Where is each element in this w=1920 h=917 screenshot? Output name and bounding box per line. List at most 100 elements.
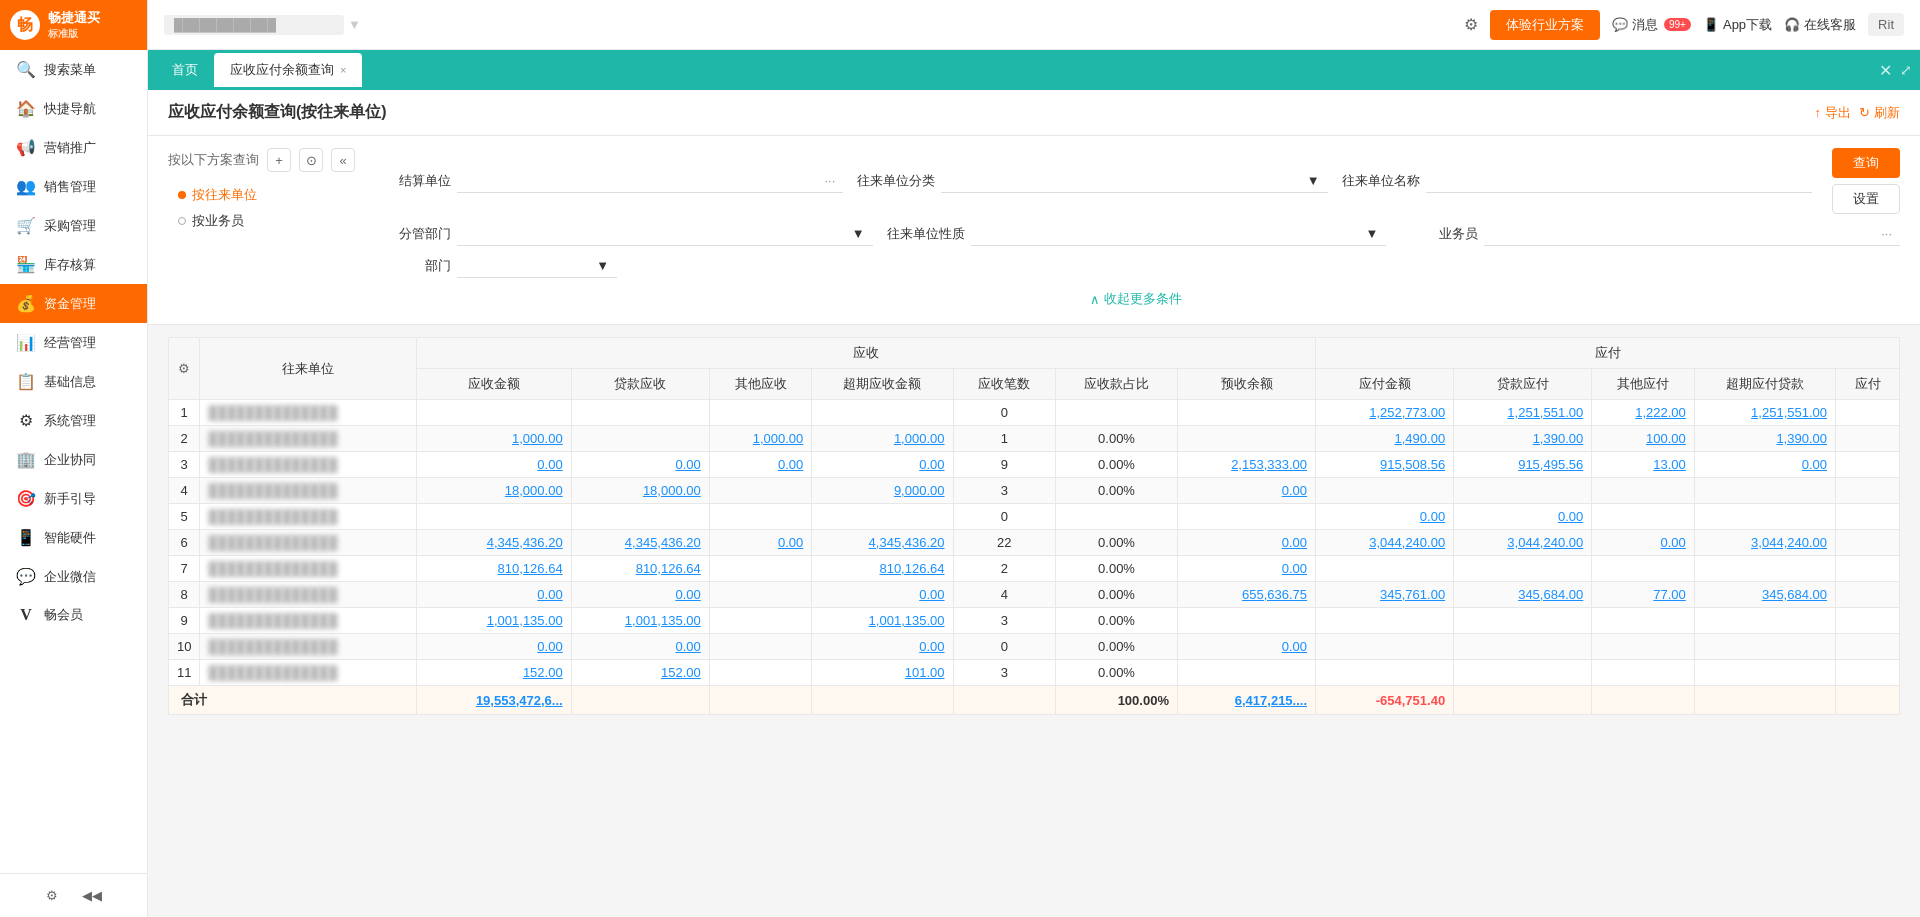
sidebar-settings-button[interactable]: ⚙ — [36, 882, 68, 909]
topbar: ████████████ ▼ ⚙ 体验行业方案 💬 消息 99+ 📱 App下载… — [148, 0, 1920, 50]
filter-area: 按以下方案查询 + ⊙ « 按往来单位 按业务员 — [148, 136, 1920, 325]
filter-header: 按以下方案查询 + ⊙ « — [168, 148, 355, 172]
table-row: 8██████████████0.000.000.0040.00%655,636… — [169, 582, 1900, 608]
th-partner: 往来单位 — [200, 338, 417, 400]
sidebar-item-search[interactable]: 🔍 搜索菜单 — [0, 50, 147, 89]
query-button[interactable]: 查询 — [1832, 148, 1900, 178]
export-icon: ↑ — [1815, 105, 1822, 120]
partner-category-select[interactable]: ▼ — [941, 169, 1327, 193]
tab-close-icon[interactable]: × — [340, 64, 346, 76]
sidebar-menu: 🔍 搜索菜单 🏠 快捷导航 📢 营销推广 👥 销售管理 🛒 采购管理 🏪 库存核… — [0, 50, 147, 873]
table-row: 6██████████████4,345,436.204,345,436.200… — [169, 530, 1900, 556]
partner-nature-select[interactable]: ▼ — [971, 222, 1387, 246]
sidebar-item-member[interactable]: V 畅会员 — [0, 596, 147, 634]
refresh-icon: ↻ — [1859, 105, 1870, 120]
total-recv-amount: 19,553,472,6... — [417, 686, 571, 715]
sidebar-item-sales[interactable]: 👥 销售管理 — [0, 167, 147, 206]
table-row: 1██████████████01,252,773.001,251,551.00… — [169, 400, 1900, 426]
sidebar-item-wechat[interactable]: 💬 企业微信 — [0, 557, 147, 596]
total-label: 合计 — [169, 686, 417, 715]
industry-btn[interactable]: 体验行业方案 — [1490, 10, 1600, 40]
table-row: 2██████████████1,000.001,000.001,000.001… — [169, 426, 1900, 452]
sidebar-footer: ⚙ ◀◀ — [0, 873, 147, 917]
headset-icon: 🎧 — [1784, 17, 1800, 32]
filter-dept: 部门 ▼ — [371, 254, 651, 278]
filter-partner-nature: 往来单位性质 ▼ — [885, 222, 1387, 246]
dept-select[interactable]: ▼ — [457, 254, 617, 278]
sysadmin-icon: ⚙ — [16, 411, 36, 430]
search-icon: 🔍 — [16, 60, 36, 79]
filter-actions: 查询 设置 — [1824, 148, 1900, 214]
scheme-by-salesperson[interactable]: 按业务员 — [168, 208, 355, 234]
content-area: 应收应付余额查询(按往来单位) ↑ 导出 ↻ 刷新 按以 — [148, 90, 1920, 917]
data-table: ⚙ 往来单位 应收 应付 应收金额 贷款应收 其他应收 超期应收金额 应收笔数 … — [168, 337, 1900, 715]
sidebar-item-finance[interactable]: 💰 资金管理 — [0, 284, 147, 323]
table-row: 10██████████████0.000.000.0000.00%0.00 — [169, 634, 1900, 660]
settings-button[interactable]: 设置 — [1832, 184, 1900, 214]
user-info[interactable]: Rit — [1868, 13, 1904, 36]
sidebar-item-purchase[interactable]: 🛒 采购管理 — [0, 206, 147, 245]
total-recv-ratio: 100.00% — [1056, 686, 1178, 715]
notification-icon: 💬 — [1612, 17, 1628, 32]
th-pay-amount: 应付金额 — [1316, 369, 1454, 400]
settlement-unit-picker[interactable]: ··· — [824, 173, 835, 188]
table-area: ⚙ 往来单位 应收 应付 应收金额 贷款应收 其他应收 超期应收金额 应收笔数 … — [148, 325, 1920, 917]
collapse-scheme-button[interactable]: « — [331, 148, 355, 172]
edit-scheme-button[interactable]: ⊙ — [299, 148, 323, 172]
tab-receivable-query[interactable]: 应收应付余额查询 × — [214, 53, 362, 87]
sidebar-item-inventory[interactable]: 🏪 库存核算 — [0, 245, 147, 284]
sidebar-item-enterprise[interactable]: 🏢 企业协同 — [0, 440, 147, 479]
sidebar-item-quicknav[interactable]: 🏠 快捷导航 — [0, 89, 147, 128]
total-pay-amount: -654,751.40 — [1316, 686, 1454, 715]
table-row: 5██████████████00.000.00 — [169, 504, 1900, 530]
inactive-scheme-dot — [178, 217, 186, 225]
filter-dept-manager: 分管部门 ▼ — [371, 222, 873, 246]
collapse-filter-button[interactable]: ∧ 收起更多条件 — [1078, 286, 1194, 312]
page-header: 应收应付余额查询(按往来单位) ↑ 导出 ↻ 刷新 — [148, 90, 1920, 136]
table-settings-icon[interactable]: ⚙ — [178, 361, 190, 376]
notification-badge: 99+ — [1664, 18, 1691, 31]
sidebar-item-hardware[interactable]: 📱 智能硬件 — [0, 518, 147, 557]
tab-maximize-icon[interactable]: ⤢ — [1900, 62, 1912, 78]
th-recv-count: 应收笔数 — [953, 369, 1056, 400]
table-row: 4██████████████18,000.0018,000.009,000.0… — [169, 478, 1900, 504]
finance-icon: 💰 — [16, 294, 36, 313]
table-row: 7██████████████810,126.64810,126.64810,1… — [169, 556, 1900, 582]
table-row: 3██████████████0.000.000.000.0090.00%2,1… — [169, 452, 1900, 478]
sidebar-collapse-button[interactable]: ◀◀ — [72, 882, 112, 909]
tab-home[interactable]: 首页 — [156, 53, 214, 87]
partner-name-input[interactable] — [1426, 169, 1812, 193]
sidebar-item-guide[interactable]: 🎯 新手引导 — [0, 479, 147, 518]
wechat-icon: 💬 — [16, 567, 36, 586]
breadcrumb: ████████████ ▼ — [164, 15, 1452, 35]
th-recv-other: 其他应收 — [709, 369, 812, 400]
hardware-icon: 📱 — [16, 528, 36, 547]
sidebar-item-basicinfo[interactable]: 📋 基础信息 — [0, 362, 147, 401]
scheme-by-partner[interactable]: 按往来单位 — [168, 182, 355, 208]
marketing-icon: 📢 — [16, 138, 36, 157]
th-recv-amount: 应收金额 — [417, 369, 571, 400]
th-prepay-balance: 预收余额 — [1177, 369, 1315, 400]
gear-icon[interactable]: ⚙ — [1464, 15, 1478, 34]
filter-settlement-unit: 结算单位 ··· — [371, 169, 843, 193]
online-service[interactable]: 🎧 在线客服 — [1784, 16, 1856, 34]
th-pay-loan: 贷款应付 — [1454, 369, 1592, 400]
logo-icon: 畅 — [10, 10, 40, 40]
refresh-button[interactable]: ↻ 刷新 — [1859, 104, 1900, 122]
add-scheme-button[interactable]: + — [267, 148, 291, 172]
operations-icon: 📊 — [16, 333, 36, 352]
sidebar-item-marketing[interactable]: 📢 营销推广 — [0, 128, 147, 167]
export-button[interactable]: ↑ 导出 — [1815, 104, 1852, 122]
tab-close-window-icon[interactable]: ✕ — [1879, 61, 1892, 80]
sidebar-item-sysadmin[interactable]: ⚙ 系统管理 — [0, 401, 147, 440]
dept-manager-select[interactable]: ▼ — [457, 222, 873, 246]
sidebar-item-operations[interactable]: 📊 经营管理 — [0, 323, 147, 362]
th-recv-overdue: 超期应收金额 — [812, 369, 953, 400]
app-download[interactable]: 📱 App下载 — [1703, 16, 1772, 34]
th-recv-loan: 贷款应收 — [571, 369, 709, 400]
tabbar: 首页 应收应付余额查询 × ✕ ⤢ — [148, 50, 1920, 90]
salesperson-picker[interactable]: ··· — [1881, 226, 1892, 241]
sales-icon: 👥 — [16, 177, 36, 196]
th-settings[interactable]: ⚙ — [169, 338, 200, 400]
notifications[interactable]: 💬 消息 99+ — [1612, 16, 1691, 34]
